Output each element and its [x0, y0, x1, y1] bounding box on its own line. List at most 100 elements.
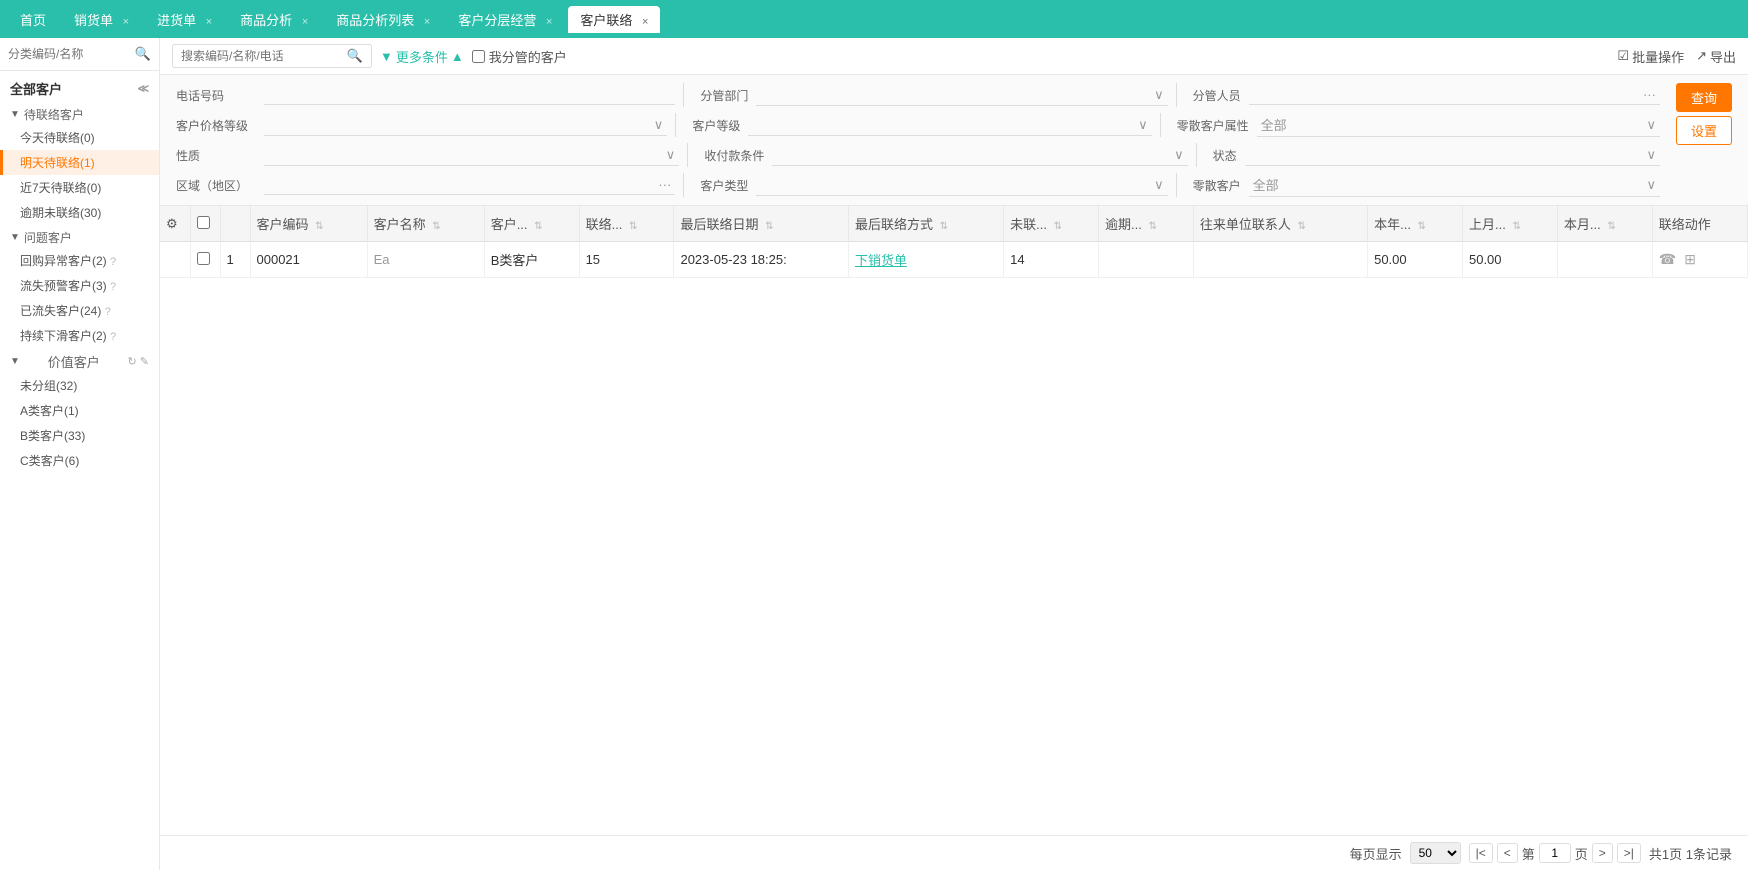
close-icon[interactable]: × [123, 16, 129, 28]
table-col-index [220, 206, 250, 242]
row-gear [160, 242, 190, 278]
filter-label-status: 状态 [1213, 147, 1237, 164]
table-col-gear[interactable]: ⚙ [160, 206, 190, 242]
filter-region-select[interactable]: ··· [264, 175, 675, 195]
prev-page-button[interactable]: < [1497, 843, 1518, 863]
section-pending-contact[interactable]: 待联络客户 [0, 102, 159, 125]
nav-item-analysis-list[interactable]: 商品分析列表 × [324, 6, 442, 33]
chevron-down-icon: ∨ [1154, 87, 1164, 103]
nav-item-customer-tier[interactable]: 客户分层经营 × [446, 6, 564, 33]
sidebar-search-container: 🔍 [0, 38, 159, 71]
row-index: 1 [220, 242, 250, 278]
sidebar-item-ungrouped[interactable]: 未分组(32) [0, 373, 159, 398]
filter-actions: 查询 设置 [1676, 83, 1732, 197]
all-customers-title[interactable]: 全部客户 ≪ [0, 71, 159, 102]
table-col-last-method[interactable]: 最后联络方式 ⇅ [849, 206, 1004, 242]
close-icon[interactable]: × [424, 16, 430, 28]
filter-dept-select[interactable]: ∨ [756, 85, 1167, 106]
filter-nature-select[interactable]: ∨ [264, 145, 679, 166]
row-last-method[interactable]: 下销货单 [849, 242, 1004, 278]
row-last-date: 2023-05-23 18:25: [674, 242, 849, 278]
next-page-button[interactable]: > [1592, 843, 1613, 863]
gear-icon[interactable]: ⚙ [166, 216, 178, 231]
table-col-unit-contact[interactable]: 往来单位联系人 ⇅ [1193, 206, 1367, 242]
sidebar-item-today[interactable]: 今天待联络(0) [0, 125, 159, 150]
sidebar-item-b-class[interactable]: B类客户(33) [0, 423, 159, 448]
last-page-button[interactable]: >| [1617, 843, 1641, 863]
toolbar: 🔍 ▼ 更多条件 ▲ 我分管的客户 ☑ 批量操作 ↗ 导出 [160, 38, 1748, 75]
table-col-contact[interactable]: 联络... ⇅ [579, 206, 674, 242]
row-unit-contact [1193, 242, 1367, 278]
sidebar-item-overdue[interactable]: 逾期未联络(30) [0, 200, 159, 225]
filter-scatter-customer-select[interactable]: 全部∨ [1249, 173, 1660, 197]
table-col-actions: 联络动作 [1652, 206, 1747, 242]
sidebar-item-churn-warning[interactable]: 流失预警客户(3) ? [0, 273, 159, 298]
nav-item-home[interactable]: 首页 [8, 6, 58, 33]
sidebar-item-7days[interactable]: 近7天待联络(0) [0, 175, 159, 200]
section-problem-customers[interactable]: 问题客户 [0, 225, 159, 248]
filter-payment-select[interactable]: ∨ [772, 145, 1187, 166]
refresh-icon[interactable]: ↻ ✎ [127, 355, 149, 368]
filter-status-select[interactable]: ∨ [1245, 145, 1660, 166]
nav-item-purchase[interactable]: 进货单 × [145, 6, 224, 33]
first-page-button[interactable]: |< [1469, 843, 1493, 863]
filter-label-grade: 客户等级 [692, 117, 740, 134]
row-last-month: 50.00 [1462, 242, 1557, 278]
table-row: 1 000021 Ea B类客户 15 2023-05-23 18:25: 下销… [160, 242, 1748, 278]
sidebar-item-c-class[interactable]: C类客户(6) [0, 448, 159, 473]
sidebar-item-abnormal[interactable]: 回购异常客户(2) ? [0, 248, 159, 273]
content-area: 🔍 ▼ 更多条件 ▲ 我分管的客户 ☑ 批量操作 ↗ 导出 [160, 38, 1748, 870]
sidebar-item-declining[interactable]: 持续下滑客户(2) ? [0, 323, 159, 348]
nav-item-analysis[interactable]: 商品分析 × [228, 6, 320, 33]
table-col-last-month[interactable]: 上月... ⇅ [1462, 206, 1557, 242]
chevron-down-icon: ∨ [1138, 117, 1148, 133]
section-value-customers[interactable]: 价值客户 ↻ ✎ [0, 348, 159, 373]
filter-phone-input[interactable] [264, 86, 675, 105]
row-select-checkbox[interactable] [197, 252, 210, 265]
filter-customer-type-select[interactable]: ∨ [756, 175, 1167, 196]
close-icon[interactable]: × [206, 16, 212, 28]
table-col-overdue[interactable]: 逾期... ⇅ [1099, 206, 1194, 242]
table-col-this-month[interactable]: 本月... ⇅ [1557, 206, 1652, 242]
action-grid-icon[interactable]: ⊞ [1684, 251, 1696, 268]
footer: 每页显示 50 100 200 |< < 第 页 > >| 共1页 1条记录 [160, 835, 1748, 870]
nav-item-sales[interactable]: 销货单 × [62, 6, 141, 33]
sidebar-item-a-class[interactable]: A类客户(1) [0, 398, 159, 423]
sidebar-item-churned[interactable]: 已流失客户(24) ? [0, 298, 159, 323]
export-button[interactable]: ↗ 导出 [1696, 47, 1736, 66]
close-icon[interactable]: × [302, 16, 308, 28]
more-conditions-button[interactable]: ▼ 更多条件 ▲ [380, 47, 464, 66]
nav-item-customer-contact[interactable]: 客户联络 × [568, 6, 660, 33]
filter-price-level-select[interactable]: ∨ [264, 115, 667, 136]
batch-ops-button[interactable]: ☑ 批量操作 [1617, 47, 1684, 66]
my-customers-check[interactable] [472, 50, 485, 63]
filter-scatter-attr-select[interactable]: 全部∨ [1257, 113, 1660, 137]
table-col-code[interactable]: 客户编码 ⇅ [250, 206, 367, 242]
select-all-checkbox[interactable] [197, 216, 210, 229]
close-icon[interactable]: × [546, 16, 552, 28]
my-customers-checkbox[interactable]: 我分管的客户 [472, 47, 567, 66]
search-icon[interactable]: 🔍 [135, 46, 151, 62]
table-col-this-year[interactable]: 本年... ⇅ [1368, 206, 1463, 242]
table-col-not-linked[interactable]: 未联... ⇅ [1004, 206, 1099, 242]
page-input[interactable] [1539, 843, 1571, 863]
action-phone-icon[interactable]: ☎ [1659, 251, 1676, 268]
filter-row-4: 区域（地区） ··· 客户类型 ∨ 零散客户 全部∨ [176, 173, 1660, 197]
table-col-type[interactable]: 客户... ⇅ [484, 206, 579, 242]
chevron-down-icon: ∨ [1154, 177, 1164, 193]
search-icon[interactable]: 🔍 [347, 48, 363, 64]
close-icon[interactable]: × [642, 16, 648, 28]
filter-person-select[interactable]: ··· [1249, 85, 1660, 105]
table-col-name[interactable]: 客户名称 ⇅ [367, 206, 484, 242]
query-button[interactable]: 查询 [1676, 83, 1732, 112]
settings-button[interactable]: 设置 [1676, 116, 1732, 145]
per-page-select[interactable]: 50 100 200 [1410, 842, 1461, 864]
sidebar-search-input[interactable] [8, 47, 135, 61]
row-contact: 15 [579, 242, 674, 278]
sidebar-item-tomorrow[interactable]: 明天待联络(1) [0, 150, 159, 175]
search-input[interactable] [181, 49, 343, 63]
filter-label-nature: 性质 [176, 147, 256, 164]
table-col-last-date[interactable]: 最后联络日期 ⇅ [674, 206, 849, 242]
filter-grade-select[interactable]: ∨ [748, 115, 1151, 136]
row-this-year: 50.00 [1368, 242, 1463, 278]
